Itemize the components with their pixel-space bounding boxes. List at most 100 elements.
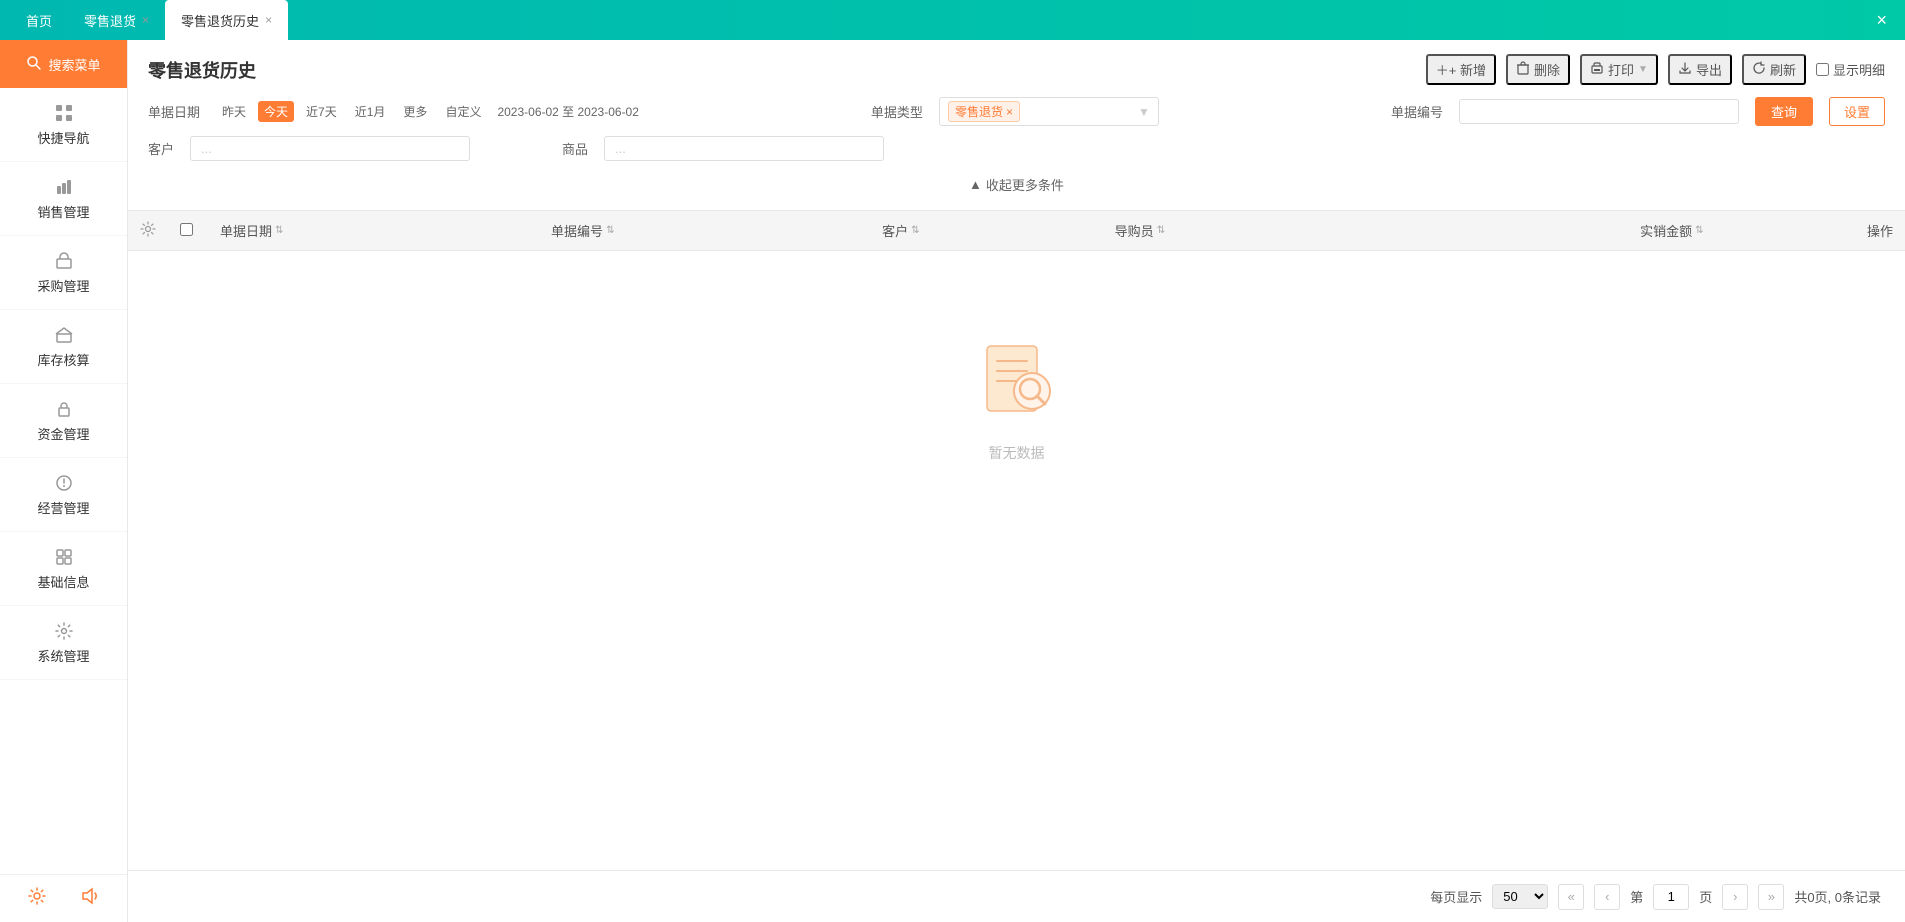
date-btn-yesterday[interactable]: 昨天 <box>216 101 252 122</box>
sort-date[interactable]: 单据日期 <box>220 221 283 240</box>
date-btn-today[interactable]: 今天 <box>258 101 294 122</box>
setting-button[interactable]: 设置 <box>1829 97 1885 126</box>
table-body: 暂无数据 <box>128 251 1905 544</box>
voucher-label: 单据编号 <box>1391 102 1443 121</box>
per-page-select[interactable]: 50 10 20 100 <box>1492 884 1548 909</box>
print-icon <box>1590 61 1604 78</box>
empty-row: 暂无数据 <box>128 251 1905 544</box>
per-page-label: 每页显示 <box>1430 887 1482 906</box>
tab-return-history-close[interactable]: × <box>265 13 272 27</box>
th-voucher-no: 单据编号 <box>539 211 870 251</box>
page-label: 第 <box>1630 887 1643 906</box>
next-page-button[interactable]: › <box>1722 884 1748 910</box>
collapse-row: ▲ 收起更多条件 <box>148 171 1885 198</box>
export-icon <box>1678 61 1692 78</box>
sidebar-item-operation[interactable]: 经营管理 <box>0 458 127 532</box>
filter-row-2: 客户 ... 商品 ... <box>148 136 1885 161</box>
filter-area: 单据日期 昨天 今天 近7天 近1月 更多 自定义 2023-06-02 至 2… <box>148 97 1885 210</box>
sidebar-search[interactable]: 搜索菜单 <box>0 40 127 88</box>
main-layout: 搜索菜单 快捷导航 销售管理 采购管理 库存核算 <box>0 40 1905 922</box>
th-checkbox <box>168 211 208 251</box>
delete-button[interactable]: 删除 <box>1506 54 1570 85</box>
print-chevron-icon: ▼ <box>1638 64 1648 75</box>
window-close-button[interactable]: × <box>1868 10 1895 31</box>
type-label: 单据类型 <box>871 102 923 121</box>
th-settings <box>128 211 168 251</box>
collapse-up-icon: ▲ <box>969 177 982 192</box>
export-button[interactable]: 导出 <box>1668 54 1732 85</box>
th-guide: 导购员 <box>1103 211 1385 251</box>
volume-icon[interactable] <box>80 886 100 911</box>
toolbar: ＋ + 新增 删除 打印 ▼ <box>1426 54 1885 85</box>
sort-customer[interactable]: 客户 <box>882 221 919 240</box>
empty-illustration <box>967 331 1067 431</box>
sidebar-item-finance[interactable]: 资金管理 <box>0 384 127 458</box>
data-table: 单据日期 单据编号 客户 导购员 实销金额 <box>128 211 1905 543</box>
print-button[interactable]: 打印 ▼ <box>1580 54 1658 85</box>
sidebar-item-inventory[interactable]: 库存核算 <box>0 310 127 384</box>
show-detail-checkbox[interactable] <box>1816 63 1829 76</box>
lock-icon <box>53 398 75 420</box>
select-all-checkbox[interactable] <box>180 223 193 236</box>
tab-return[interactable]: 零售退货 × <box>68 0 165 40</box>
sidebar-item-sales[interactable]: 销售管理 <box>0 162 127 236</box>
first-page-button[interactable]: « <box>1558 884 1584 910</box>
gear-icon[interactable] <box>27 886 47 911</box>
show-detail-checkbox-label[interactable]: 显示明细 <box>1816 60 1885 79</box>
sidebar-search-label: 搜索菜单 <box>48 55 100 74</box>
prev-page-button[interactable]: ‹ <box>1594 884 1620 910</box>
empty-text: 暂无数据 <box>989 443 1045 463</box>
voucher-input[interactable] <box>1459 99 1739 124</box>
sidebar-item-basic[interactable]: 基础信息 <box>0 532 127 606</box>
page-number-input[interactable] <box>1653 884 1689 910</box>
sort-voucher-no[interactable]: 单据编号 <box>551 221 614 240</box>
last-page-button[interactable]: » <box>1758 884 1784 910</box>
date-btn-custom[interactable]: 自定义 <box>439 101 487 122</box>
tab-home[interactable]: 首页 <box>10 0 68 40</box>
content-area: 零售退货历史 ＋ + 新增 删除 <box>128 40 1905 922</box>
tab-return-close[interactable]: × <box>142 13 149 27</box>
date-btn-7days[interactable]: 近7天 <box>300 101 343 122</box>
filter-row-1: 单据日期 昨天 今天 近7天 近1月 更多 自定义 2023-06-02 至 2… <box>148 97 1885 126</box>
table-header-row: 单据日期 单据编号 客户 导购员 实销金额 <box>128 211 1905 251</box>
date-btn-more[interactable]: 更多 <box>397 101 433 122</box>
page-title-row: 零售退货历史 ＋ + 新增 删除 <box>148 54 1885 85</box>
goods-input[interactable]: ... <box>604 136 884 161</box>
refresh-button[interactable]: 刷新 <box>1742 54 1806 85</box>
delete-icon <box>1516 61 1530 78</box>
sort-guide[interactable]: 导购员 <box>1115 221 1165 240</box>
date-filter: 昨天 今天 近7天 近1月 更多 自定义 2023-06-02 至 2023-0… <box>216 101 639 122</box>
date-label: 单据日期 <box>148 102 200 121</box>
add-button[interactable]: ＋ + 新增 <box>1426 54 1496 85</box>
customer-placeholder: ... <box>201 141 212 156</box>
goods-label: 商品 <box>562 139 588 158</box>
customer-label: 客户 <box>148 139 174 158</box>
th-amount: 实销金额 <box>1384 211 1715 251</box>
sidebar-bottom <box>0 874 127 922</box>
goods-placeholder: ... <box>615 141 626 156</box>
th-action: 操作 <box>1716 211 1905 251</box>
tag-close-icon[interactable]: × <box>1006 105 1013 119</box>
date-btn-1month[interactable]: 近1月 <box>349 101 392 122</box>
operation-icon <box>53 472 75 494</box>
tab-return-history[interactable]: 零售退货历史 × <box>165 0 288 40</box>
type-select[interactable]: 零售退货 × ▼ <box>939 97 1159 126</box>
total-info: 共0页, 0条记录 <box>1794 887 1881 906</box>
sidebar-item-system[interactable]: 系统管理 <box>0 606 127 680</box>
th-customer: 客户 <box>870 211 1103 251</box>
bar-chart-icon <box>53 176 75 198</box>
sort-amount[interactable]: 实销金额 <box>1640 221 1703 240</box>
type-tag: 零售退货 × <box>948 101 1020 122</box>
th-date: 单据日期 <box>208 211 539 251</box>
query-button[interactable]: 查询 <box>1755 97 1813 126</box>
page-header: 零售退货历史 ＋ + 新增 删除 <box>128 40 1905 211</box>
sidebar: 搜索菜单 快捷导航 销售管理 采购管理 库存核算 <box>0 40 128 922</box>
sidebar-item-quick-nav[interactable]: 快捷导航 <box>0 88 127 162</box>
sidebar-item-purchase[interactable]: 采购管理 <box>0 236 127 310</box>
customer-input[interactable]: ... <box>190 136 470 161</box>
plus-icon: ＋ <box>1436 60 1449 79</box>
page-of-label: 页 <box>1699 887 1712 906</box>
collapse-button[interactable]: ▲ 收起更多条件 <box>969 171 1064 198</box>
column-settings-icon[interactable] <box>140 225 156 240</box>
table-wrap: 单据日期 单据编号 客户 导购员 实销金额 <box>128 211 1905 870</box>
